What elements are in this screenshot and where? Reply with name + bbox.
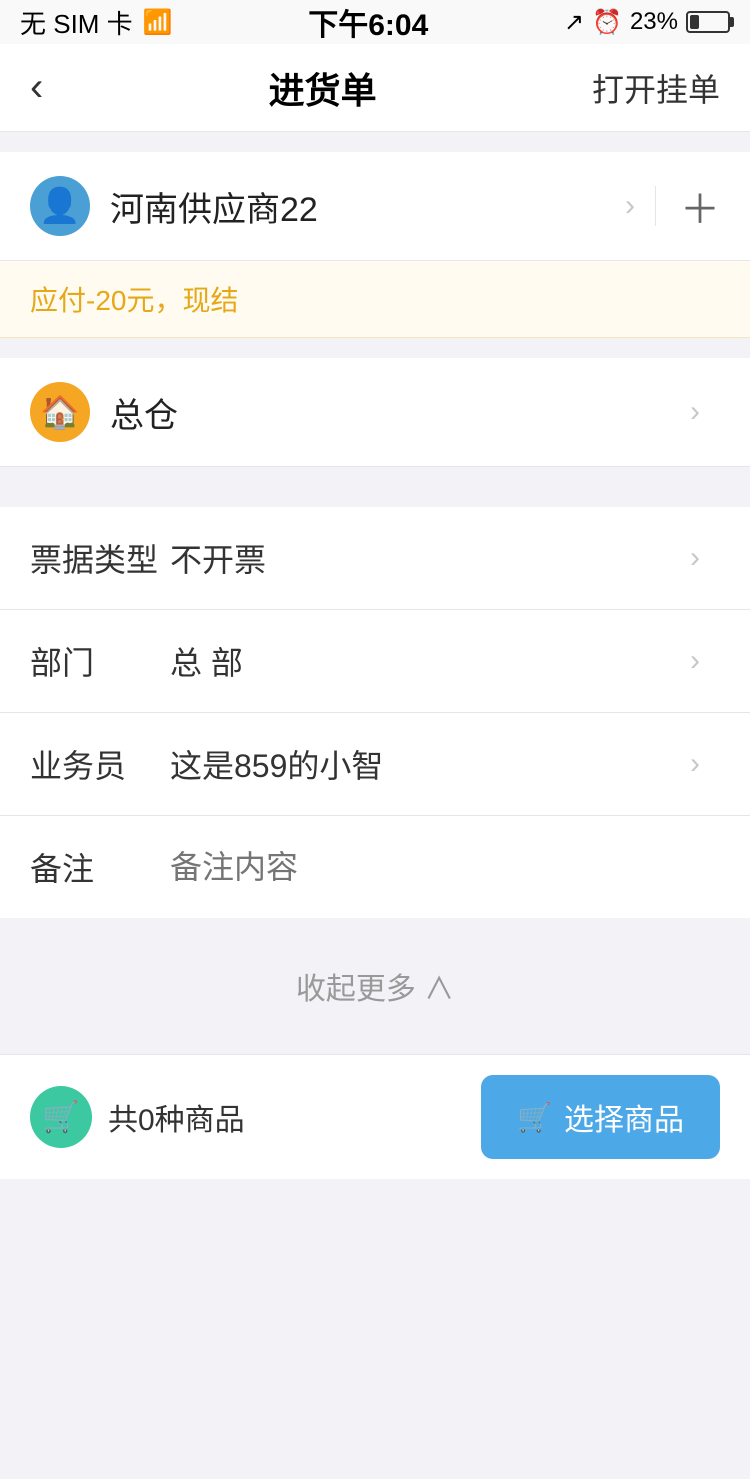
supplier-row[interactable]: 👤 河南供应商22 › ＋ (0, 152, 750, 261)
salesperson-label: 业务员 (30, 741, 170, 787)
department-label: 部门 (30, 638, 170, 684)
mid-divider-1 (0, 338, 750, 358)
form-section: 票据类型 不开票 › 部门 总 部 › 业务员 这是859的小智 › 备注 (0, 507, 750, 918)
avatar-person-icon: 👤 (39, 186, 81, 226)
open-pending-button[interactable]: 打开挂单 (592, 65, 720, 111)
select-goods-button[interactable]: 🛒 选择商品 (481, 1075, 720, 1159)
salesperson-value: 这是859的小智 (170, 741, 690, 787)
vertical-divider (655, 186, 656, 226)
nav-bar: ‹ 进货单 打开挂单 (0, 44, 750, 132)
mid-divider-2 (0, 467, 750, 487)
add-supplier-button[interactable]: ＋ (680, 177, 720, 235)
supplier-avatar: 👤 (30, 176, 90, 236)
invoice-type-row[interactable]: 票据类型 不开票 › (0, 507, 750, 610)
collapse-button[interactable]: 收起更多 ∧ (296, 964, 454, 1008)
warehouse-section: 🏠 总仓 › (0, 358, 750, 467)
warehouse-row[interactable]: 🏠 总仓 › (0, 358, 750, 467)
department-chevron: › (690, 644, 700, 678)
select-goods-label: 选择商品 (564, 1095, 684, 1139)
wifi-icon: 📶 (143, 8, 173, 37)
warehouse-chevron-icon: › (690, 395, 700, 429)
remark-label: 备注 (30, 844, 170, 890)
top-divider (0, 132, 750, 152)
collapse-section[interactable]: 收起更多 ∧ (0, 938, 750, 1034)
supplier-name: 河南供应商22 (110, 182, 625, 231)
remark-input[interactable] (170, 849, 720, 886)
status-carrier: 无 SIM 卡 📶 (20, 4, 173, 41)
alarm-icon: ⏰ (592, 8, 622, 37)
supplier-section: 👤 河南供应商22 › ＋ 应付-20元，现结 (0, 152, 750, 338)
goods-count-text: 共0种商品 (108, 1095, 245, 1139)
goods-icon: 🛒 (42, 1100, 79, 1135)
battery-icon (686, 11, 730, 33)
invoice-type-chevron: › (690, 541, 700, 575)
select-goods-icon: 🛒 (517, 1101, 552, 1134)
notice-text: 应付-20元，现结 (30, 285, 238, 316)
back-button[interactable]: ‹ (20, 55, 53, 120)
status-bar: 无 SIM 卡 📶 下午6:04 ↗ ⏰ 23% (0, 0, 750, 44)
invoice-type-value: 不开票 (170, 535, 690, 581)
department-value: 总 部 (170, 638, 690, 684)
carrier-text: 无 SIM 卡 (20, 4, 133, 41)
status-right: ↗ ⏰ 23% (564, 8, 730, 37)
salesperson-chevron: › (690, 747, 700, 781)
battery-pct: 23% (630, 8, 678, 36)
goods-count-wrap: 🛒 共0种商品 (30, 1086, 245, 1148)
department-row[interactable]: 部门 总 部 › (0, 610, 750, 713)
location-icon: ↗ (564, 8, 584, 37)
goods-icon-wrap: 🛒 (30, 1086, 92, 1148)
notice-bar: 应付-20元，现结 (0, 261, 750, 338)
salesperson-row[interactable]: 业务员 这是859的小智 › (0, 713, 750, 816)
page-title: 进货单 (269, 62, 377, 114)
gray-bottom-area (0, 1179, 750, 1479)
battery-fill (690, 15, 699, 29)
warehouse-name: 总仓 (110, 388, 690, 437)
supplier-chevron-icon: › (625, 189, 635, 223)
invoice-type-label: 票据类型 (30, 535, 170, 581)
warehouse-icon-wrap: 🏠 (30, 382, 90, 442)
bottom-bar: 🛒 共0种商品 🛒 选择商品 (0, 1054, 750, 1179)
remark-row[interactable]: 备注 (0, 816, 750, 918)
status-time: 下午6:04 (308, 0, 428, 44)
warehouse-icon: 🏠 (40, 393, 80, 431)
